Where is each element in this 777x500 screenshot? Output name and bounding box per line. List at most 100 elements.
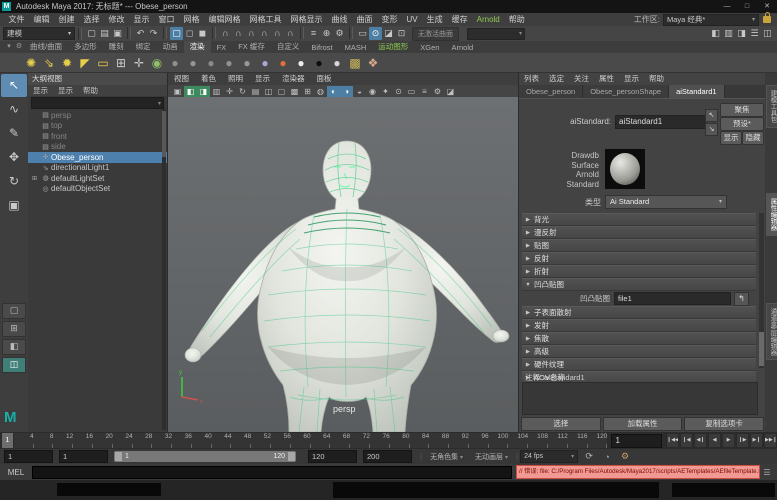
ae-menu-item[interactable]: 选定 <box>544 73 569 85</box>
outliner-item[interactable]: ▤ persp <box>28 110 167 121</box>
status-icon[interactable] <box>212 27 216 39</box>
shelf-tab[interactable]: FX 缓存 <box>232 41 271 53</box>
lock-icon[interactable] <box>763 12 771 23</box>
menu-item[interactable]: UV <box>402 15 422 24</box>
ae-menu-item[interactable]: 列表 <box>519 73 544 85</box>
viewport-toolbar-icon[interactable]: ◫ <box>262 86 275 97</box>
anim-prefs-icon[interactable]: ◔ <box>600 452 614 462</box>
status-icon[interactable]: ∩ <box>284 27 297 40</box>
ae-section-header[interactable]: ▼ 凹凸贴图 <box>522 278 756 291</box>
viewport-toolbar-icon[interactable]: ◉ <box>366 86 379 97</box>
shelf-menu-icon[interactable]: ▾ <box>4 41 14 53</box>
viewport-menu-item[interactable]: 着色 <box>195 73 222 85</box>
tool-icon[interactable]: ✥ <box>1 146 27 169</box>
outliner-menu-item[interactable]: 显示 <box>53 85 78 96</box>
status-icon[interactable]: ⚙ <box>333 27 346 40</box>
tab-channel-box[interactable]: 通道盒/层编辑器 <box>766 303 777 361</box>
viewport-toolbar-icon[interactable]: ▥ <box>210 86 223 97</box>
type-dropdown[interactable]: Ai Standard ▾ <box>605 195 727 209</box>
shelf-tool-icon[interactable]: ● <box>310 54 328 72</box>
outliner-item[interactable]: ▤ front <box>28 131 167 142</box>
shelf-gear-icon[interactable]: ⚙ <box>14 41 24 53</box>
playback-button[interactable]: ❙◀◀ <box>666 433 679 448</box>
playback-button[interactable]: ▶ <box>722 433 735 448</box>
outliner-item[interactable]: ▤ top <box>28 121 167 132</box>
animation-end-field[interactable]: 200 <box>363 450 412 463</box>
shelf-tool-icon[interactable]: ● <box>256 54 274 72</box>
status-icon[interactable]: ⊙ <box>369 27 382 40</box>
hide-button[interactable]: 隐藏 <box>742 131 764 145</box>
shelf-tool-icon[interactable]: ● <box>328 54 346 72</box>
playback-end-field[interactable]: 120 <box>308 450 357 463</box>
viewport-toolbar-icon[interactable]: ▤ <box>249 86 262 97</box>
fps-dropdown[interactable]: 24 fps ▾ <box>520 450 579 463</box>
anim-layer-dropdown[interactable]: 无动画层 ▾ <box>475 452 508 462</box>
status-icon[interactable]: ◪ <box>382 27 395 40</box>
playback-button[interactable]: ◀ <box>708 433 721 448</box>
shelf-tool-icon[interactable]: ▭ <box>94 54 112 72</box>
status-icon[interactable]: ◻ <box>183 27 196 40</box>
menu-item[interactable]: Arnold <box>472 15 504 24</box>
playback-start-field[interactable]: 1 <box>59 450 108 463</box>
status-icon[interactable]: ∩ <box>232 27 245 40</box>
viewport-menu-item[interactable]: 照明 <box>222 73 249 85</box>
viewport-toolbar-icon[interactable]: ◨ <box>197 85 210 97</box>
outliner-scrollbar[interactable] <box>162 109 166 430</box>
connection-button[interactable]: ↰ <box>734 291 749 306</box>
shelf-tab[interactable]: 渲染 <box>183 41 211 53</box>
ae-section-header[interactable]: ▶ 发射 <box>522 319 756 332</box>
tab-modeling-toolkit[interactable]: 建模工具包 <box>766 85 777 128</box>
ae-section-header[interactable]: ▶ 硬件纹理 <box>522 358 756 371</box>
menu-item[interactable]: 窗口 <box>154 14 179 25</box>
playback-button[interactable]: ▶❙ <box>750 433 763 448</box>
status-icon[interactable] <box>300 27 304 39</box>
layout-button[interactable]: ⊞ <box>2 321 26 337</box>
shelf-tool-icon[interactable]: ❖ <box>364 54 382 72</box>
ae-section-header[interactable]: ▶ 折射 <box>522 265 756 278</box>
range-slider-bar[interactable]: 1 120 <box>114 451 296 462</box>
layout-button[interactable]: ▢ <box>2 303 26 319</box>
shelf-tool-icon[interactable]: ▩ <box>346 54 364 72</box>
viewport-toolbar-icon[interactable]: ✛ <box>223 86 236 97</box>
ae-menu-item[interactable]: 属性 <box>594 73 619 85</box>
menu-item[interactable]: 缓存 <box>447 14 472 25</box>
timeline-track[interactable]: 4 8 12 16 20 24 28 32 36 40 44 48 52 56 60 64 68 72 76 80 84… <box>13 433 608 448</box>
shelf-tool-icon[interactable]: ✺ <box>22 54 40 72</box>
shelf-tool-icon[interactable]: ✛ <box>130 54 148 72</box>
viewport-toolbar-icon[interactable]: ⚙ <box>431 86 444 97</box>
viewport-toolbar-icon[interactable]: ◪ <box>444 86 457 97</box>
shelf-tab[interactable]: 多边形 <box>68 41 103 53</box>
ae-scrollbar[interactable] <box>759 213 764 368</box>
menu-item[interactable]: 曲线 <box>327 14 352 25</box>
shelf-tool-icon[interactable]: ● <box>220 54 238 72</box>
status-icon[interactable]: ↷ <box>147 27 160 40</box>
outliner-item[interactable]: ◎ defaultObjectSet <box>28 184 167 195</box>
shelf-tab[interactable]: 自定义 <box>271 41 306 53</box>
shelf-tab[interactable]: 雕刻 <box>103 41 130 53</box>
viewport-toolbar-icon[interactable]: ▭ <box>405 86 418 97</box>
viewport-toolbar-icon[interactable]: ◧ <box>184 85 197 97</box>
menu-item[interactable]: 网格工具 <box>245 14 286 25</box>
viewport-toolbar-icon[interactable]: ▩ <box>288 86 301 97</box>
status-icon[interactable]: ◼ <box>196 27 209 40</box>
outliner-item[interactable]: ▤ side <box>28 142 167 153</box>
shelf-tool-icon[interactable]: ◉ <box>148 54 166 72</box>
viewport-toolbar-icon[interactable]: ⊙ <box>392 86 405 97</box>
layout-button[interactable]: ◧ <box>2 339 26 355</box>
show-button[interactable]: 显示 <box>720 131 742 145</box>
notes-textarea[interactable] <box>522 382 758 415</box>
viewport-menu-item[interactable]: 视图 <box>168 73 195 85</box>
menu-item[interactable]: 选择 <box>79 14 104 25</box>
outliner-search-input[interactable]: ▾ <box>31 97 164 109</box>
outliner-item[interactable]: ✛ Obese_person <box>28 152 167 163</box>
ae-section-header[interactable]: ▶ 漫反射 <box>522 226 756 239</box>
ae-section-header[interactable]: ▶ 子表面散射 <box>522 306 756 319</box>
sidebar-toggle-icon[interactable]: ☰ <box>748 27 761 40</box>
ae-section-header[interactable]: ▶ 反射 <box>522 252 756 265</box>
playback-button[interactable]: ▶▶❙ <box>764 433 777 448</box>
tool-icon[interactable]: ↻ <box>1 170 27 193</box>
status-icon[interactable] <box>163 27 167 39</box>
status-icon[interactable]: ∩ <box>245 27 258 40</box>
status-icon[interactable] <box>349 27 353 39</box>
character-set-dropdown[interactable]: 无角色集 ▾ <box>430 452 463 462</box>
